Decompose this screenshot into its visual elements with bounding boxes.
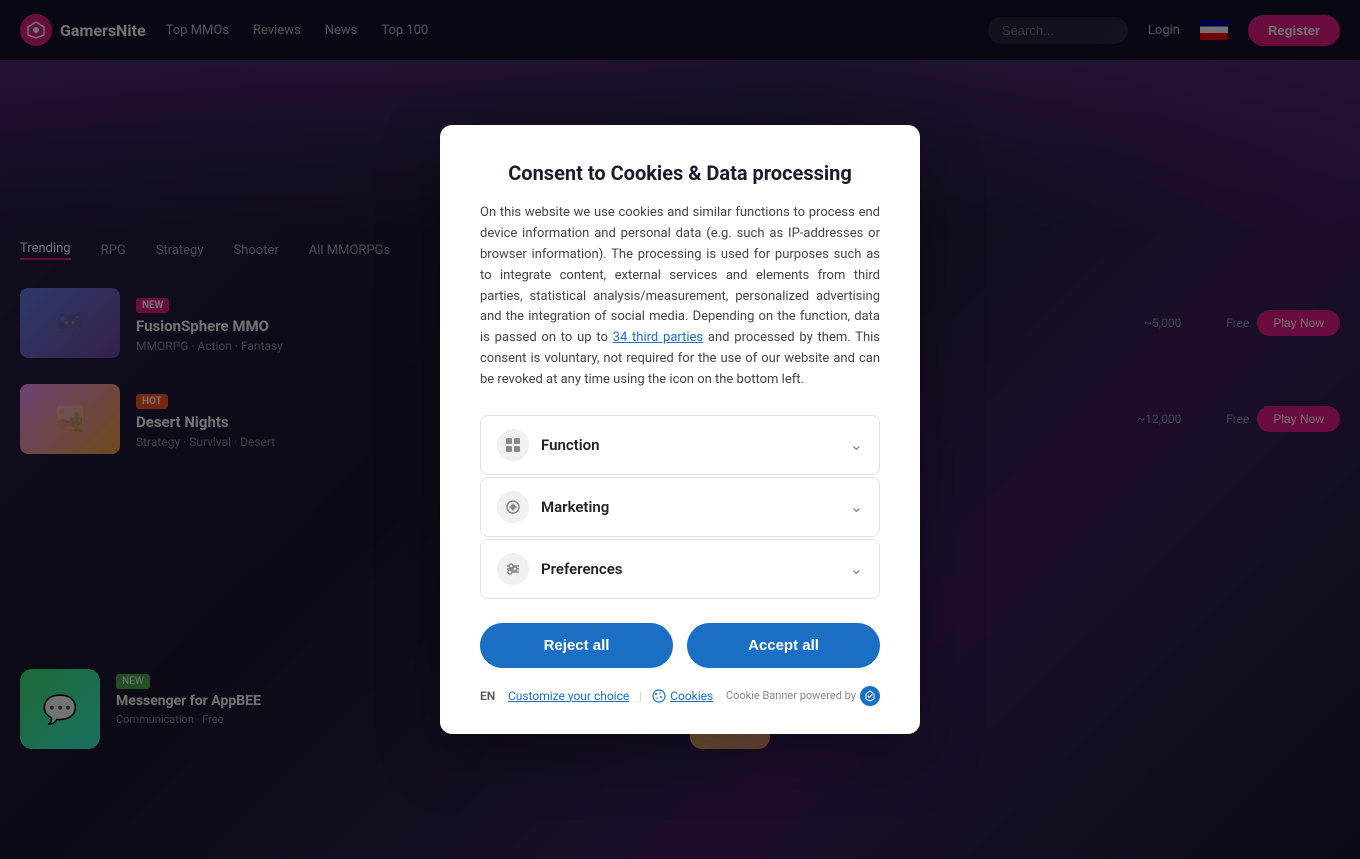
- function-label: Function: [541, 436, 838, 454]
- preferences-chevron: ⌄: [850, 559, 863, 578]
- accordion-header-marketing[interactable]: Marketing ⌄: [481, 478, 879, 536]
- accordion-item-marketing: Marketing ⌄: [480, 477, 880, 537]
- modal-overlay: Consent to Cookies & Data processing On …: [0, 0, 1360, 859]
- accept-all-button[interactable]: Accept all: [687, 623, 880, 668]
- cookie-modal-body: On this website we use cookies and simil…: [480, 203, 880, 390]
- cookies-label-text: Cookies: [670, 689, 713, 703]
- cookie-footer: EN Customize your choice | Cookies Coo: [480, 686, 880, 706]
- cookie-modal: Consent to Cookies & Data processing On …: [440, 125, 920, 733]
- function-chevron: ⌄: [850, 435, 863, 454]
- accordion-header-function[interactable]: Function ⌄: [481, 416, 879, 474]
- powered-by: Cookie Banner powered by: [726, 686, 880, 706]
- marketing-chevron: ⌄: [850, 497, 863, 516]
- cookie-icon: [652, 689, 666, 703]
- language-selector[interactable]: EN: [480, 689, 495, 703]
- cookie-body-text1: On this website we use cookies and simil…: [480, 205, 880, 345]
- cookie-footer-center: Customize your choice | Cookies: [508, 689, 713, 703]
- third-party-link[interactable]: 34 third parties: [613, 330, 703, 345]
- cookie-actions: Reject all Accept all: [480, 623, 880, 668]
- customize-link[interactable]: Customize your choice: [508, 689, 629, 703]
- marketing-icon: [497, 491, 529, 523]
- cookies-link[interactable]: Cookies: [652, 689, 713, 703]
- powered-logo: [860, 686, 880, 706]
- accordion-item-preferences: Preferences ⌄: [480, 539, 880, 599]
- function-icon: [497, 429, 529, 461]
- marketing-label: Marketing: [541, 498, 838, 516]
- reject-all-button[interactable]: Reject all: [480, 623, 673, 668]
- cookie-modal-title: Consent to Cookies & Data processing: [480, 161, 880, 185]
- preferences-icon: [497, 553, 529, 585]
- accordion-item-function: Function ⌄: [480, 415, 880, 475]
- accordion-header-preferences[interactable]: Preferences ⌄: [481, 540, 879, 598]
- preferences-label: Preferences: [541, 560, 838, 578]
- footer-separator: |: [639, 689, 642, 703]
- accordion-list: Function ⌄ Marketing ⌄: [480, 415, 880, 599]
- powered-text: Cookie Banner powered by: [726, 689, 856, 702]
